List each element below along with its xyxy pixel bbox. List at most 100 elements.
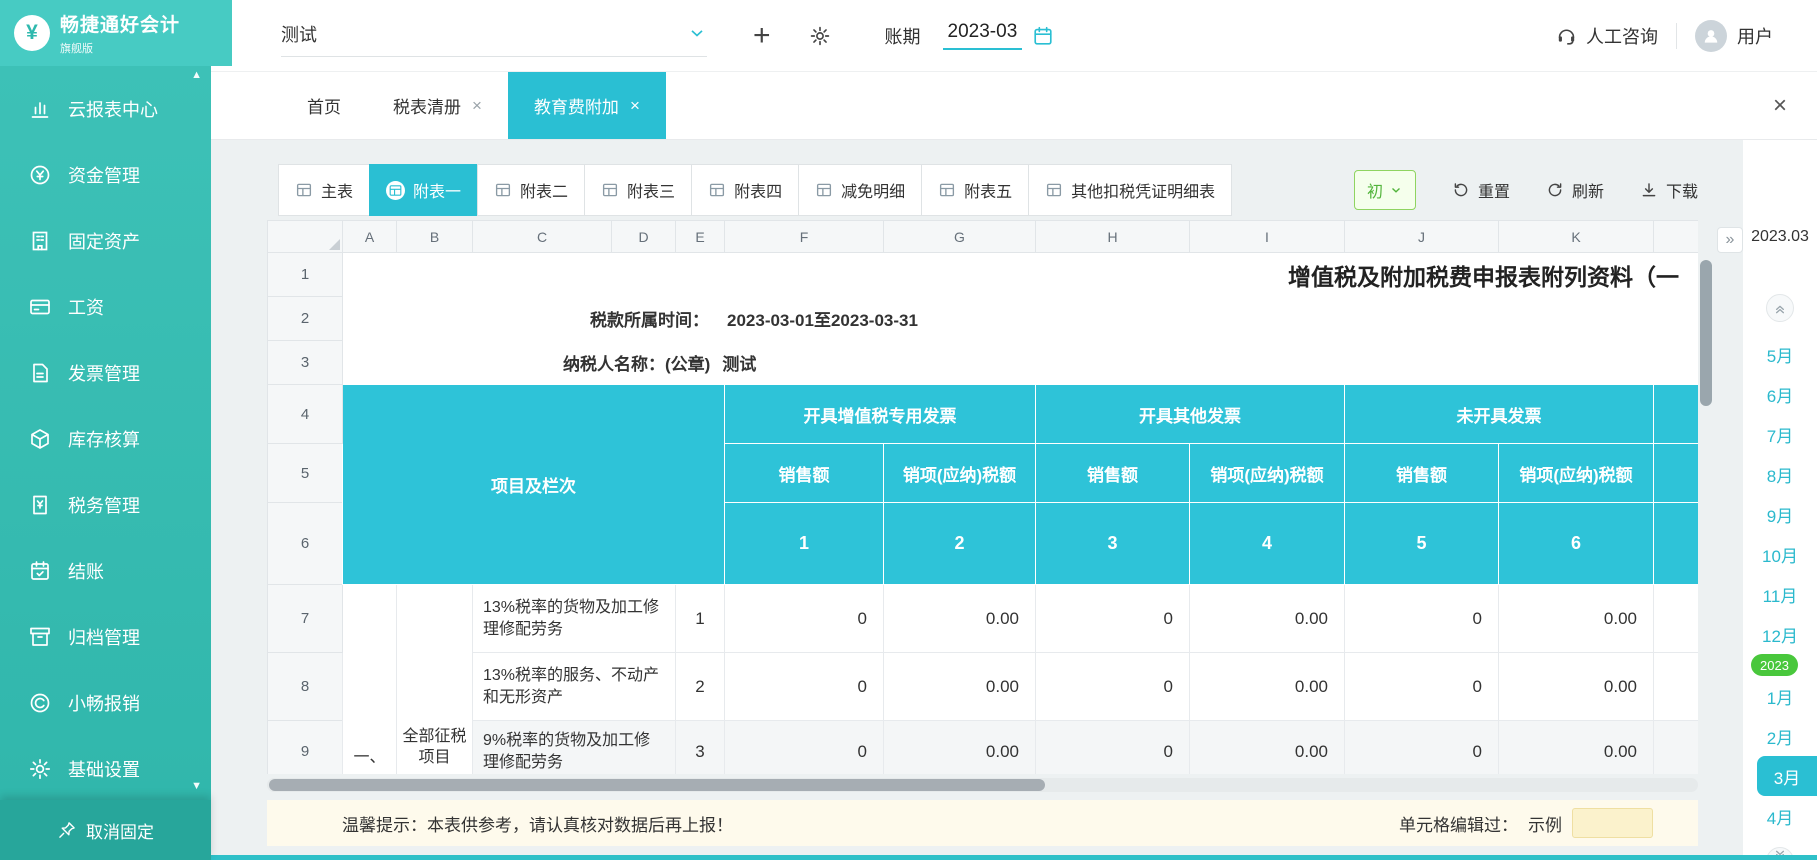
value-cell[interactable]: 0 [1035,652,1190,721]
sidebar-item-settings[interactable]: 基础设置 [0,736,211,802]
month-item-november[interactable]: 11月 [1743,574,1817,614]
row-header-1[interactable]: 1 [267,252,343,297]
vertical-scrollbar-thumb[interactable] [1700,260,1712,406]
row-header-8[interactable]: 8 [267,652,343,721]
column-header-a[interactable]: A [342,220,397,253]
column-header-h[interactable]: H [1035,220,1190,253]
tab-home[interactable]: 首页 [281,72,367,139]
item-desc-cell[interactable]: 13%税率的货物及加工修理修配劳务 [472,584,676,653]
sidebar-item-closing[interactable]: 结账 [0,538,211,604]
row-header-7[interactable]: 7 [267,584,343,653]
sidebar-item-inventory[interactable]: 库存核算 [0,406,211,472]
sidebar-item-reimburse[interactable]: 小畅报销 [0,670,211,736]
close-all-tabs-icon[interactable]: × [1773,93,1787,118]
subtab-schedule-3[interactable]: 附表三 [584,164,693,216]
sidebar-item-payroll[interactable]: 工资 [0,274,211,340]
subtab-main-table[interactable]: 主表 [278,164,371,216]
value-cell[interactable]: 0 [724,720,884,774]
column-header-j[interactable]: J [1344,220,1499,253]
row-header-3[interactable]: 3 [267,340,343,385]
period-init-dropdown[interactable]: 初 [1353,170,1416,210]
column-header-g[interactable]: G [883,220,1036,253]
value-cell[interactable]: 0.00 [1498,720,1654,774]
sidebar-item-cloud-reports[interactable]: 云报表中心 [0,76,211,142]
expand-panel-button[interactable]: » [1717,227,1743,253]
subtab-reduction-detail[interactable]: 减免明细 [798,164,923,216]
unpin-sidebar-button[interactable]: 取消固定 [0,800,211,860]
column-header-f[interactable]: F [724,220,884,253]
month-item-august[interactable]: 8月 [1743,454,1817,494]
add-account-button[interactable]: + [753,20,771,51]
month-item-october[interactable]: 10月 [1743,534,1817,574]
value-cell[interactable]: 0 [1344,720,1499,774]
row-header-4[interactable]: 4 [267,384,343,444]
select-all-corner[interactable] [267,220,343,253]
column-header-k[interactable]: K [1498,220,1654,253]
sidebar-item-tax[interactable]: 税务管理 [0,472,211,538]
subtab-schedule-2[interactable]: 附表二 [477,164,586,216]
column-header-c[interactable]: C [472,220,612,253]
row-header-9[interactable]: 9 [267,720,343,774]
value-cell[interactable]: 0 [1344,652,1499,721]
sidebar-scroll-down-icon[interactable]: ▼ [191,781,202,792]
horizontal-scrollbar-thumb[interactable] [269,779,1045,791]
month-item-january[interactable]: 1月 [1743,676,1817,716]
sidebar-item-invoices[interactable]: 发票管理 [0,340,211,406]
close-tab-icon[interactable]: × [630,97,640,114]
row-header-2[interactable]: 2 [267,296,343,341]
row-header-5[interactable]: 5 [267,443,343,503]
sidebar-item-archive[interactable]: 归档管理 [0,604,211,670]
account-select[interactable]: 测试 [281,15,707,57]
download-button[interactable]: 下载 [1640,178,1698,202]
reset-button[interactable]: 重置 [1452,178,1510,202]
settings-gear-button[interactable] [809,25,831,47]
horizontal-scrollbar[interactable] [267,778,1698,792]
month-item-september[interactable]: 9月 [1743,494,1817,534]
tab-tax-register[interactable]: 税表清册 × [367,72,508,139]
tab-education-surcharge[interactable]: 教育费附加 × [507,72,666,139]
value-cell[interactable]: 0.00 [883,652,1036,721]
month-item-july[interactable]: 7月 [1743,414,1817,454]
calendar-icon[interactable] [1032,25,1054,47]
value-cell[interactable]: 0.00 [883,584,1036,653]
subtab-schedule-4[interactable]: 附表四 [691,164,800,216]
item-desc-cell[interactable]: 9%税率的货物及加工修理修配劳务 [472,720,676,774]
month-item-june[interactable]: 6月 [1743,374,1817,414]
value-cell[interactable]: 0 [1035,584,1190,653]
period-value[interactable]: 2023-03 [942,21,1023,50]
value-cell[interactable]: 0.00 [1189,720,1345,774]
subtab-schedule-5[interactable]: 附表五 [921,164,1030,216]
month-item-february[interactable]: 2月 [1743,716,1817,756]
line-no-cell[interactable]: 1 [675,584,725,653]
refresh-button[interactable]: 刷新 [1546,178,1604,202]
row-header-6[interactable]: 6 [267,502,343,585]
column-header-b[interactable]: B [396,220,473,253]
line-no-cell[interactable]: 2 [675,652,725,721]
value-cell[interactable]: 0 [724,584,884,653]
value-cell[interactable]: 0.00 [1189,652,1345,721]
value-cell[interactable]: 0.00 [883,720,1036,774]
user-name[interactable]: 用户 [1737,23,1773,49]
month-item-march-active[interactable]: 3月 [1757,756,1817,796]
item-desc-cell[interactable]: 13%税率的服务、不动产和无形资产 [472,652,676,721]
subtab-other-deduction-detail[interactable]: 其他扣税凭证明细表 [1028,164,1233,216]
close-tab-icon[interactable]: × [472,97,482,114]
sidebar-item-fixed-assets[interactable]: 固定资产 [0,208,211,274]
value-cell[interactable]: 0.00 [1498,584,1654,653]
value-cell[interactable]: 0.00 [1498,652,1654,721]
support-button[interactable]: 人工咨询 [1556,23,1658,49]
value-cell[interactable]: 0 [1344,584,1499,653]
column-header-d[interactable]: D [611,220,676,253]
sidebar-item-funds[interactable]: 资金管理 [0,142,211,208]
value-cell[interactable]: 0 [724,652,884,721]
column-header-i[interactable]: I [1189,220,1345,253]
vertical-scrollbar[interactable] [1700,224,1712,774]
month-item-december[interactable]: 12月 [1743,614,1817,654]
category-cell[interactable]: 全部征税项目 [396,584,473,774]
value-cell[interactable]: 0 [1035,720,1190,774]
value-cell[interactable]: 0.00 [1189,584,1345,653]
section-cell[interactable]: 一、 [342,584,397,774]
avatar[interactable] [1695,19,1727,52]
month-item-april[interactable]: 4月 [1743,796,1817,836]
column-header-e[interactable]: E [675,220,725,253]
